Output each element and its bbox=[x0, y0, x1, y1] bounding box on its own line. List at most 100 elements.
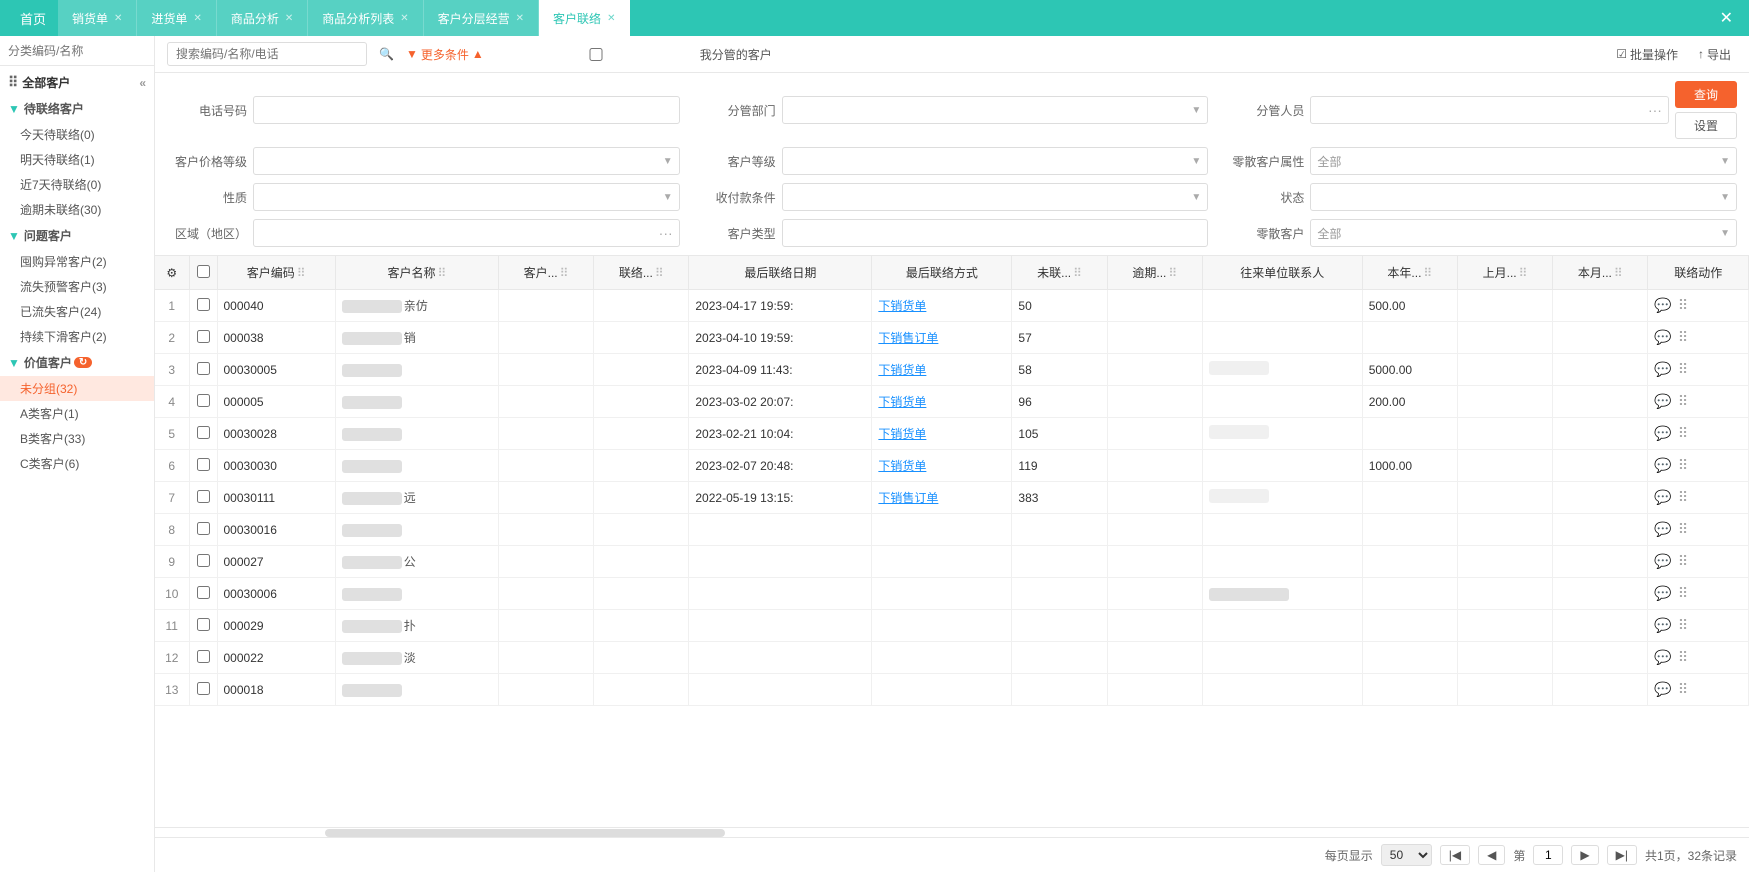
row-checkbox[interactable] bbox=[189, 450, 217, 482]
tab-sales-close[interactable]: ✕ bbox=[114, 13, 122, 24]
grid-action-icon[interactable]: ⠿ bbox=[1678, 297, 1688, 314]
col-contact-person[interactable]: 往来单位联系人 bbox=[1202, 256, 1362, 290]
filter-search-icon[interactable]: 🔍 bbox=[379, 47, 394, 61]
collapse-icon[interactable]: « bbox=[139, 76, 146, 90]
chat-icon[interactable]: 💬 bbox=[1654, 329, 1671, 346]
chat-icon[interactable]: 💬 bbox=[1654, 393, 1671, 410]
my-customers-checkbox[interactable] bbox=[496, 48, 696, 61]
chat-icon[interactable]: 💬 bbox=[1654, 457, 1671, 474]
batch-operation-btn[interactable]: ☑ 批量操作 bbox=[1610, 43, 1684, 66]
sidebar-item-hoarding-abnormal[interactable]: 囤购异常客户(2) bbox=[0, 249, 154, 274]
sidebar-search-input[interactable] bbox=[8, 44, 155, 58]
tab-sales[interactable]: 销货单 ✕ bbox=[58, 0, 137, 36]
manager-input[interactable]: ··· bbox=[1310, 96, 1669, 124]
row-checkbox[interactable] bbox=[189, 642, 217, 674]
sidebar-item-class-a[interactable]: A类客户(1) bbox=[0, 401, 154, 426]
row-last-contact-method[interactable]: 下销货单 bbox=[872, 354, 1012, 386]
col-contact[interactable]: 联络...⠿ bbox=[594, 256, 689, 290]
horizontal-scrollbar[interactable] bbox=[155, 827, 1749, 837]
retail-customer-input[interactable]: 全部 ▼ bbox=[1310, 219, 1737, 247]
customer-level-input[interactable]: ▼ bbox=[782, 147, 1209, 175]
retail-attr-input[interactable]: 全部 ▼ bbox=[1310, 147, 1737, 175]
customer-type-input[interactable] bbox=[782, 219, 1209, 247]
grid-action-icon[interactable]: ⠿ bbox=[1678, 521, 1688, 538]
window-close-icon[interactable]: ✕ bbox=[1712, 8, 1741, 28]
row-last-contact-method[interactable]: 下销货单 bbox=[872, 418, 1012, 450]
sidebar-item-class-b[interactable]: B类客户(33) bbox=[0, 426, 154, 451]
col-current-year[interactable]: 本年...⠿ bbox=[1362, 256, 1457, 290]
tab-customer-segment-close[interactable]: ✕ bbox=[516, 13, 524, 24]
grid-action-icon[interactable]: ⠿ bbox=[1678, 489, 1688, 506]
row-checkbox[interactable] bbox=[189, 354, 217, 386]
grid-action-icon[interactable]: ⠿ bbox=[1678, 361, 1688, 378]
grid-action-icon[interactable]: ⠿ bbox=[1678, 617, 1688, 634]
row-last-contact-method[interactable]: 下销货单 bbox=[872, 450, 1012, 482]
sidebar-item-tomorrow-pending[interactable]: 明天待联络(1) bbox=[0, 147, 154, 172]
sidebar-item-churn-warning[interactable]: 流失预警客户(3) bbox=[0, 274, 154, 299]
col-customer-type[interactable]: 客户...⠿ bbox=[498, 256, 593, 290]
chat-icon[interactable]: 💬 bbox=[1654, 553, 1671, 570]
tab-product-list-close[interactable]: ✕ bbox=[400, 13, 408, 24]
chat-icon[interactable]: 💬 bbox=[1654, 681, 1671, 698]
row-last-contact-method[interactable]: 下销售订单 bbox=[872, 322, 1012, 354]
dept-input[interactable]: ▼ bbox=[782, 96, 1209, 124]
select-all-checkbox[interactable] bbox=[197, 265, 210, 278]
query-button[interactable]: 查询 bbox=[1675, 81, 1737, 108]
nature-input[interactable]: ▼ bbox=[253, 183, 680, 211]
sidebar-item-overdue-pending[interactable]: 逾期未联络(30) bbox=[0, 197, 154, 222]
chat-icon[interactable]: 💬 bbox=[1654, 489, 1671, 506]
search-input[interactable] bbox=[167, 42, 367, 66]
grid-action-icon[interactable]: ⠿ bbox=[1678, 681, 1688, 698]
tab-purchase[interactable]: 进货单 ✕ bbox=[137, 0, 216, 36]
chat-icon[interactable]: 💬 bbox=[1654, 649, 1671, 666]
row-checkbox[interactable] bbox=[189, 610, 217, 642]
price-level-input[interactable]: ▼ bbox=[253, 147, 680, 175]
sidebar-item-ungroup[interactable]: 未分组(32) bbox=[0, 376, 154, 401]
sidebar-item-class-c[interactable]: C类客户(6) bbox=[0, 451, 154, 476]
chat-icon[interactable]: 💬 bbox=[1654, 521, 1671, 538]
row-checkbox[interactable] bbox=[189, 674, 217, 706]
col-last-contact-method[interactable]: 最后联络方式 bbox=[872, 256, 1012, 290]
tab-customer-segment[interactable]: 客户分层经营 ✕ bbox=[424, 0, 539, 36]
col-checkbox[interactable] bbox=[189, 256, 217, 290]
next-page-btn[interactable]: ▶ bbox=[1571, 845, 1598, 865]
sidebar-item-today-pending[interactable]: 今天待联络(0) bbox=[0, 122, 154, 147]
phone-input[interactable] bbox=[253, 96, 680, 124]
more-conditions-btn[interactable]: ▼ 更多条件 ▲ bbox=[406, 46, 484, 63]
sidebar-item-declining[interactable]: 持续下滑客户(2) bbox=[0, 324, 154, 349]
col-not-contacted[interactable]: 未联...⠿ bbox=[1012, 256, 1107, 290]
row-last-contact-method[interactable]: 下销货单 bbox=[872, 290, 1012, 322]
first-page-btn[interactable]: |◀ bbox=[1440, 845, 1470, 865]
grid-action-icon[interactable]: ⠿ bbox=[1678, 585, 1688, 602]
row-last-contact-method[interactable]: 下销售订单 bbox=[872, 482, 1012, 514]
row-checkbox[interactable] bbox=[189, 514, 217, 546]
row-checkbox[interactable] bbox=[189, 482, 217, 514]
chat-icon[interactable]: 💬 bbox=[1654, 425, 1671, 442]
grid-action-icon[interactable]: ⠿ bbox=[1678, 553, 1688, 570]
page-number-input[interactable] bbox=[1533, 845, 1563, 865]
row-checkbox[interactable] bbox=[189, 546, 217, 578]
refresh-icon[interactable]: ↻ bbox=[74, 357, 92, 368]
row-checkbox[interactable] bbox=[189, 322, 217, 354]
row-checkbox[interactable] bbox=[189, 578, 217, 610]
tab-product-analysis[interactable]: 商品分析 ✕ bbox=[217, 0, 308, 36]
chat-icon[interactable]: 💬 bbox=[1654, 361, 1671, 378]
col-last-contact-date[interactable]: 最后联络日期 bbox=[689, 256, 872, 290]
last-page-btn[interactable]: ▶| bbox=[1607, 845, 1637, 865]
row-checkbox[interactable] bbox=[189, 290, 217, 322]
grid-action-icon[interactable]: ⠿ bbox=[1678, 425, 1688, 442]
area-input[interactable]: ··· bbox=[253, 219, 680, 247]
grid-action-icon[interactable]: ⠿ bbox=[1678, 329, 1688, 346]
per-page-select[interactable]: 50 100 bbox=[1381, 844, 1432, 866]
chat-icon[interactable]: 💬 bbox=[1654, 585, 1671, 602]
sidebar-item-7day-pending[interactable]: 近7天待联络(0) bbox=[0, 172, 154, 197]
reset-button[interactable]: 设置 bbox=[1675, 112, 1737, 139]
scrollbar-thumb[interactable] bbox=[325, 829, 725, 837]
tab-purchase-close[interactable]: ✕ bbox=[193, 13, 201, 24]
tab-customer-contact-close[interactable]: ✕ bbox=[607, 13, 615, 24]
export-btn[interactable]: ↑ 导出 bbox=[1692, 43, 1737, 66]
tab-product-analysis-close[interactable]: ✕ bbox=[285, 13, 293, 24]
row-checkbox[interactable] bbox=[189, 386, 217, 418]
prev-page-btn[interactable]: ◀ bbox=[1478, 845, 1505, 865]
status-input[interactable]: ▼ bbox=[1310, 183, 1737, 211]
